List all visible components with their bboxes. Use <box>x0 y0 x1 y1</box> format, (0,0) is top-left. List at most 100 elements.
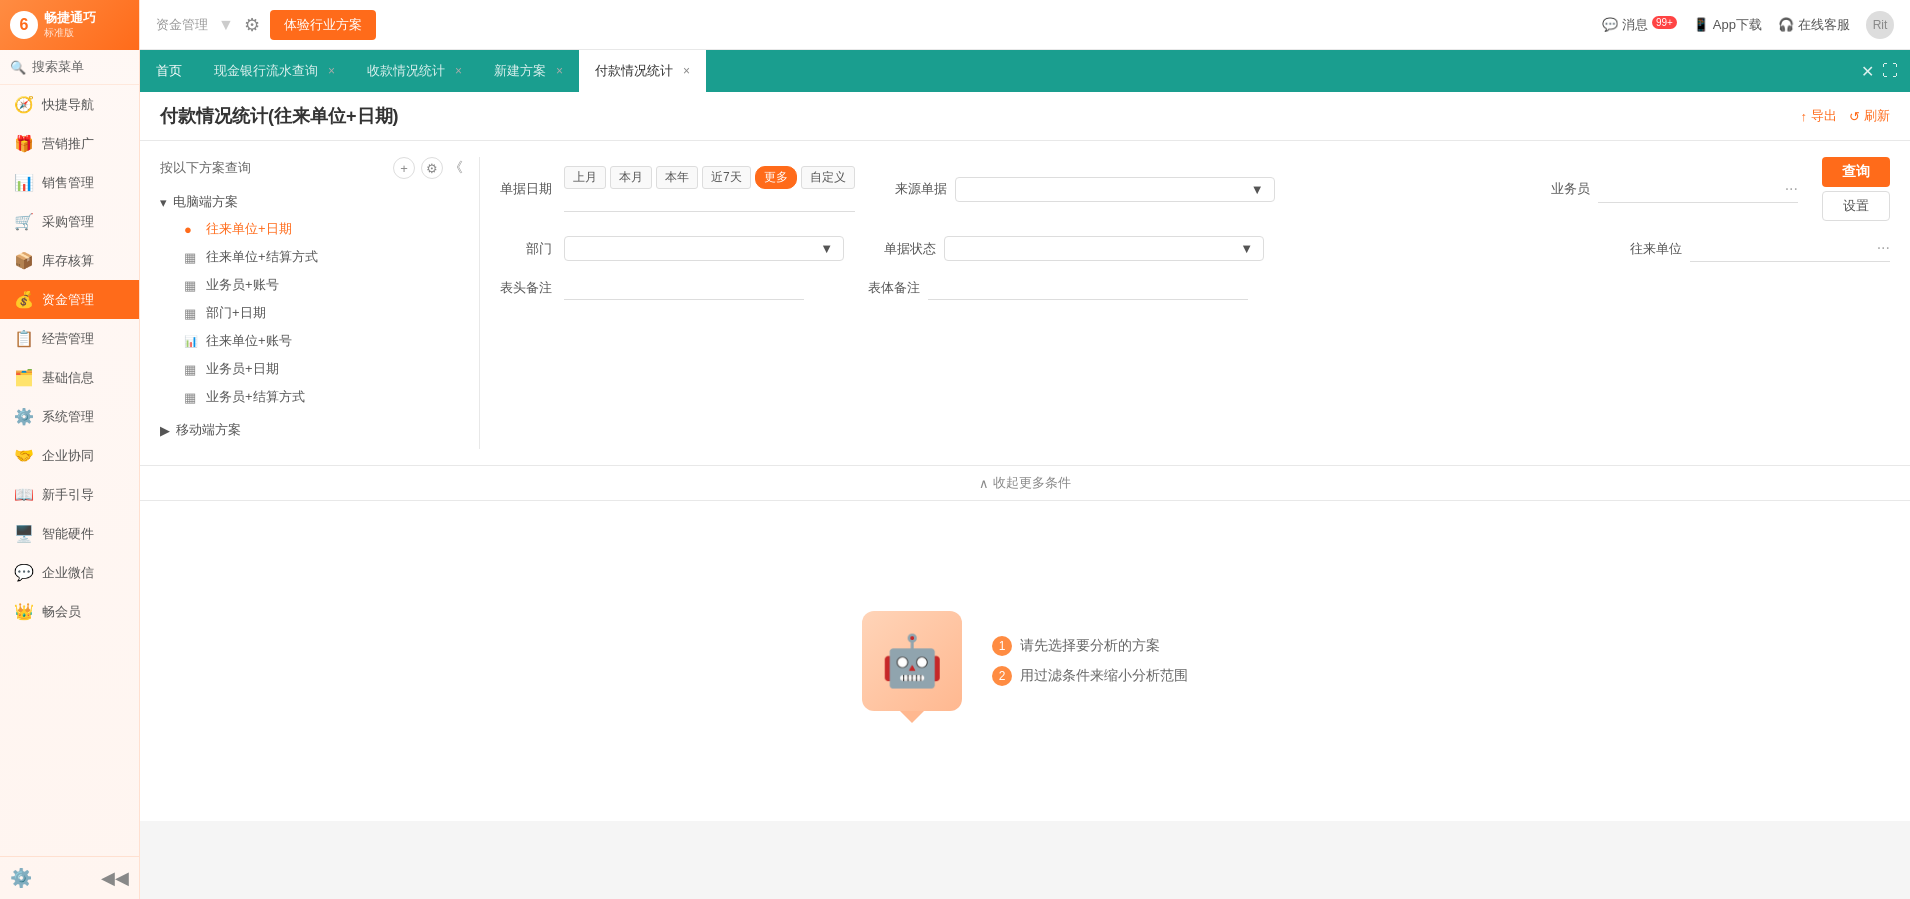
sidebar-item-hardware[interactable]: 🖥️ 智能硬件 <box>0 514 139 553</box>
scheme-item-partner-settle[interactable]: ▦ 往来单位+结算方式 <box>160 243 463 271</box>
salesman-select[interactable]: ··· <box>1598 176 1798 203</box>
tab-maximize-icon[interactable]: ⛶ <box>1882 62 1898 80</box>
scheme-desktop-group-header[interactable]: ▾ 电脑端方案 <box>160 189 463 215</box>
settings-icon[interactable]: ⚙️ <box>10 867 32 889</box>
sidebar-item-sales[interactable]: 📊 销售管理 <box>0 163 139 202</box>
notification-item[interactable]: 💬 消息 99+ <box>1602 16 1677 34</box>
sidebar-item-purchase[interactable]: 🛒 采购管理 <box>0 202 139 241</box>
scheme-item-partner-date[interactable]: ● 往来单位+日期 <box>160 215 463 243</box>
sidebar-item-marketing[interactable]: 🎁 营销推广 <box>0 124 139 163</box>
settings-button[interactable]: 设置 <box>1822 191 1890 221</box>
scheme-item-icon-salesman-date: ▦ <box>184 362 200 377</box>
body-note-input[interactable] <box>928 276 1248 300</box>
notification-badge: 99+ <box>1652 16 1677 29</box>
source-select[interactable]: ▼ <box>955 177 1275 202</box>
scheme-item-salesman-settle[interactable]: ▦ 业务员+结算方式 <box>160 383 463 411</box>
page-header: 付款情况统计(往来单位+日期) ↑ 导出 ↺ 刷新 <box>140 92 1910 141</box>
scheme-add-btn[interactable]: + <box>393 157 415 179</box>
date-btn-more[interactable]: 更多 <box>755 166 797 189</box>
date-btn-this-month[interactable]: 本月 <box>610 166 652 189</box>
header-note-input[interactable] <box>564 276 804 300</box>
date-btn-custom[interactable]: 自定义 <box>801 166 855 189</box>
date-quick-btns: 上月 本月 本年 近7天 更多 自定义 <box>564 166 855 189</box>
nav-icon-sales: 📊 <box>14 173 34 192</box>
sidebar-item-quick-nav[interactable]: 🧭 快捷导航 <box>0 85 139 124</box>
empty-robot-icon: 🤖 <box>862 611 962 711</box>
scheme-item-icon-partner-account: 📊 <box>184 335 200 348</box>
sidebar-item-capital[interactable]: 💰 资金管理 <box>0 280 139 319</box>
page-title: 付款情况统计(往来单位+日期) <box>160 104 399 128</box>
nav-icon-marketing: 🎁 <box>14 134 34 153</box>
online-service-item[interactable]: 🎧 在线客服 <box>1778 16 1850 34</box>
tab-close-all-icon[interactable]: ✕ <box>1861 62 1874 81</box>
scheme-item-label-dept-date: 部门+日期 <box>206 304 266 322</box>
sidebar-item-guide[interactable]: 📖 新手引导 <box>0 475 139 514</box>
tab-bank-flow-close[interactable]: × <box>328 64 335 78</box>
date-btn-7-days[interactable]: 近7天 <box>702 166 751 189</box>
scheme-mobile-group-header[interactable]: ▶ 移动端方案 <box>160 415 463 445</box>
topbar-gear-icon[interactable]: ⚙ <box>244 14 260 36</box>
query-button[interactable]: 查询 <box>1822 157 1890 187</box>
notification-label: 消息 <box>1622 16 1648 34</box>
breadcrumb-chevron: ▼ <box>218 16 234 34</box>
empty-tip-1: 1 请先选择要分析的方案 <box>992 636 1188 656</box>
nav-icon-hardware: 🖥️ <box>14 524 34 543</box>
scheme-settings-btn[interactable]: ⚙ <box>421 157 443 179</box>
sidebar-item-enterprise[interactable]: 🤝 企业协同 <box>0 436 139 475</box>
tab-new-scheme-label: 新建方案 <box>494 62 546 80</box>
sidebar-item-system[interactable]: ⚙️ 系统管理 <box>0 397 139 436</box>
nav-icon-inventory: 📦 <box>14 251 34 270</box>
sidebar-item-operations[interactable]: 📋 经营管理 <box>0 319 139 358</box>
scheme-item-salesman-date[interactable]: ▦ 业务员+日期 <box>160 355 463 383</box>
user-avatar[interactable]: Rit <box>1866 11 1894 39</box>
scheme-item-label-salesman-account: 业务员+账号 <box>206 276 279 294</box>
partner-dotdot[interactable]: ··· <box>1877 239 1890 257</box>
scheme-item-partner-account[interactable]: 📊 往来单位+账号 <box>160 327 463 355</box>
filter-row-notes: 表头备注 表体备注 <box>496 276 1890 300</box>
refresh-button[interactable]: ↺ 刷新 <box>1849 107 1890 125</box>
sidebar-logo: 6 畅捷通巧 标准版 <box>0 0 139 50</box>
dept-chevron: ▼ <box>820 241 833 256</box>
salesman-dotdot[interactable]: ··· <box>1785 180 1798 198</box>
export-button[interactable]: ↑ 导出 <box>1801 107 1838 125</box>
tab-payment-stats[interactable]: 付款情况统计 × <box>579 50 706 92</box>
partner-select[interactable]: ··· <box>1690 235 1890 262</box>
collapse-label: 收起更多条件 <box>993 474 1071 492</box>
dept-select[interactable]: ▼ <box>564 236 844 261</box>
date-range-input[interactable]: 2022-01-01 至 2022-12-31 <box>564 193 855 212</box>
collapse-bar[interactable]: ∧ 收起更多条件 <box>140 466 1910 501</box>
app-download-item[interactable]: 📱 App下载 <box>1693 16 1762 34</box>
nav-label-sales: 销售管理 <box>42 174 94 192</box>
tab-payment-stats-close[interactable]: × <box>683 64 690 78</box>
tab-receipt-stats[interactable]: 收款情况统计 × <box>351 50 478 92</box>
scheme-header: 按以下方案查询 + ⚙ 《 <box>160 157 463 179</box>
tab-receipt-stats-close[interactable]: × <box>455 64 462 78</box>
industry-plan-button[interactable]: 体验行业方案 <box>270 10 376 40</box>
sidebar-item-wechat[interactable]: 💬 企业微信 <box>0 553 139 592</box>
scheme-item-dept-date[interactable]: ▦ 部门+日期 <box>160 299 463 327</box>
nav-icon-operations: 📋 <box>14 329 34 348</box>
sidebar-item-basic[interactable]: 🗂️ 基础信息 <box>0 358 139 397</box>
tab-home[interactable]: 首页 <box>140 50 198 92</box>
sidebar-item-inventory[interactable]: 📦 库存核算 <box>0 241 139 280</box>
scheme-item-salesman-account[interactable]: ▦ 业务员+账号 <box>160 271 463 299</box>
search-menu[interactable]: 🔍 搜索菜单 <box>0 50 139 85</box>
collapse-sidebar-btn[interactable]: ◀◀ <box>101 867 129 889</box>
date-btn-last-month[interactable]: 上月 <box>564 166 606 189</box>
scheme-collapse-btn[interactable]: 《 <box>449 159 463 177</box>
tab-bank-flow[interactable]: 现金银行流水查询 × <box>198 50 351 92</box>
date-btn-this-year[interactable]: 本年 <box>656 166 698 189</box>
breadcrumb-text: 资金管理 <box>156 16 208 34</box>
sidebar-item-member[interactable]: 👑 畅会员 <box>0 592 139 631</box>
app-icon: 📱 <box>1693 17 1709 32</box>
scheme-title: 按以下方案查询 <box>160 159 251 177</box>
service-icon: 🎧 <box>1778 17 1794 32</box>
source-filter-label: 来源单据 <box>891 180 947 198</box>
tab-new-scheme-close[interactable]: × <box>556 64 563 78</box>
scheme-header-icons: + ⚙ 《 <box>393 157 463 179</box>
doc-status-select[interactable]: ▼ <box>944 236 1264 261</box>
tab-new-scheme[interactable]: 新建方案 × <box>478 50 579 92</box>
body-note-label: 表体备注 <box>864 279 920 297</box>
sidebar: 6 畅捷通巧 标准版 🔍 搜索菜单 🧭 快捷导航 🎁 营销推广 📊 销售管理 🛒… <box>0 0 140 899</box>
nav-label-quick: 快捷导航 <box>42 96 94 114</box>
